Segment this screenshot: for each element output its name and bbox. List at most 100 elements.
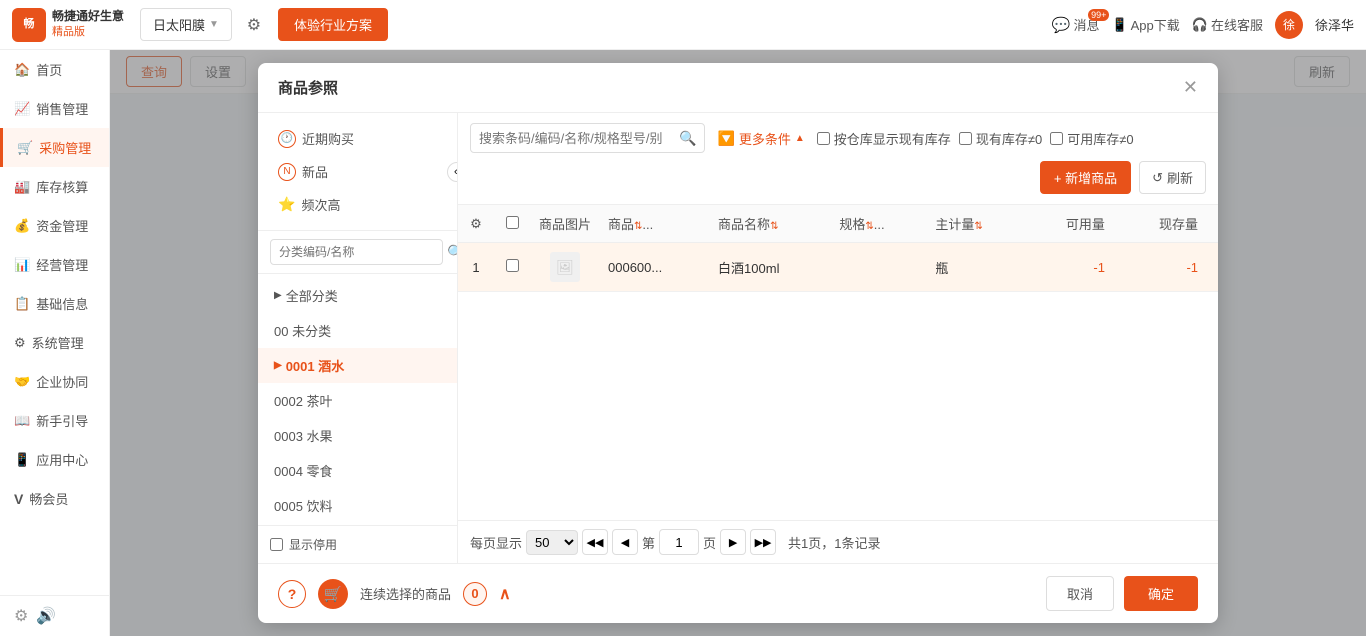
row-checkbox[interactable] xyxy=(506,259,519,272)
quick-items-section: 🕐 近期购买 N 新品 ⭐ 频次高 xyxy=(258,113,457,231)
app-download-btn[interactable]: 📱 App下载 xyxy=(1111,15,1179,34)
online-service-btn[interactable]: 🎧 在线客服 xyxy=(1192,15,1263,34)
checkbox-warehouse[interactable]: 按仓库显示现有库存 xyxy=(817,129,951,148)
search-icon[interactable]: 🔍 xyxy=(447,244,458,261)
col-code-label: 商品 xyxy=(608,217,634,232)
sidebar-item-purchase[interactable]: 🛒 采购管理 xyxy=(0,128,109,167)
last-page-btn[interactable]: ▶▶ xyxy=(750,529,776,555)
cat-liquor[interactable]: ▶ 0001 酒水 xyxy=(258,348,457,383)
quick-item-frequent[interactable]: ⭐ 频次高 xyxy=(270,189,445,220)
next-page-btn[interactable]: ▶ xyxy=(720,529,746,555)
checkbox-warehouse-input[interactable] xyxy=(817,132,830,145)
help-btn[interactable]: ? xyxy=(278,580,306,608)
col-unit[interactable]: 主计量⇅ xyxy=(927,205,1026,243)
checkbox-stock-input[interactable] xyxy=(959,132,972,145)
checkbox-available-input[interactable] xyxy=(1050,132,1063,145)
cell-unit: 瓶 xyxy=(927,243,1026,292)
page-input[interactable] xyxy=(659,529,699,555)
cat-tea-label: 0002 茶叶 xyxy=(274,394,333,409)
quick-item-recent[interactable]: 🕐 近期购买 xyxy=(270,123,445,154)
table-row[interactable]: 1 🖼 xyxy=(458,243,1218,292)
sidebar-item-finance[interactable]: 💰 资金管理 xyxy=(0,206,109,245)
nav-right: 💬 消息 99+ 📱 App下载 🎧 在线客服 徐 徐泽华 xyxy=(1052,11,1354,39)
select-all-checkbox[interactable] xyxy=(506,216,519,229)
sidebar-item-member[interactable]: V 畅会员 xyxy=(0,479,109,518)
sidebar-item-business[interactable]: 📊 经营管理 xyxy=(0,245,109,284)
sidebar-item-enterprise[interactable]: 🤝 企业协同 xyxy=(0,362,109,401)
messages-btn[interactable]: 💬 消息 99+ xyxy=(1052,15,1100,34)
checkbox-stock-neq0[interactable]: 现有库存≠0 xyxy=(959,129,1042,148)
filter-btn[interactable]: 🔽 更多条件 ▲ xyxy=(713,129,808,148)
cat-snack-label: 0004 零食 xyxy=(274,464,333,479)
settings-bottom-icon[interactable]: ⚙ xyxy=(14,606,28,626)
col-spec[interactable]: 规格⇅... xyxy=(831,205,927,243)
cell-check[interactable] xyxy=(494,243,530,292)
add-product-btn[interactable]: + 新增商品 xyxy=(1040,161,1131,194)
app-download-label: App下载 xyxy=(1131,15,1180,34)
first-page-btn[interactable]: ◀◀ xyxy=(582,529,608,555)
new-icon: N xyxy=(278,163,296,181)
col-code[interactable]: 商品⇅... xyxy=(600,205,710,243)
cancel-btn[interactable]: 取消 xyxy=(1046,576,1114,611)
modal-body: 🕐 近期购买 N 新品 ⭐ 频次高 xyxy=(258,113,1218,563)
col-available[interactable]: 可用量 xyxy=(1027,205,1113,243)
search-bar: 🔍 xyxy=(470,123,705,153)
close-icon[interactable]: ✕ xyxy=(1183,77,1198,98)
modal-left-panel: 🕐 近期购买 N 新品 ⭐ 频次高 xyxy=(258,113,458,563)
col-stock[interactable]: 现存量 xyxy=(1113,205,1218,243)
main-area: 查询 设置 刷新 商品参照 ✕ xyxy=(110,50,1366,636)
show-disabled-label[interactable]: 显示停用 xyxy=(289,536,337,553)
member-icon: V xyxy=(14,491,23,507)
gear-button[interactable]: ⚙ xyxy=(238,9,270,41)
cat-fruit[interactable]: 0003 水果 xyxy=(258,418,457,453)
cat-beverage[interactable]: 0005 饮料 xyxy=(258,488,457,523)
cat-all[interactable]: ▶ 全部分类 xyxy=(258,278,457,313)
sidebar-item-home[interactable]: 🏠 首页 xyxy=(0,50,109,89)
category-search-input[interactable] xyxy=(270,239,443,265)
product-search-btn[interactable]: 🔍 xyxy=(671,130,704,147)
checkbox-available-neq0[interactable]: 可用库存≠0 xyxy=(1050,129,1133,148)
apps-icon: 📱 xyxy=(14,452,30,468)
cart-icon-btn[interactable]: 🛒 xyxy=(318,579,348,609)
username[interactable]: 徐泽华 xyxy=(1315,15,1354,34)
cat-liquor-arrow: ▶ xyxy=(274,360,282,371)
filter-arrow-icon: ▲ xyxy=(795,133,805,144)
cat-tea[interactable]: 0002 茶叶 xyxy=(258,383,457,418)
cat-snack[interactable]: 0004 零食 xyxy=(258,453,457,488)
collapse-btn[interactable]: « xyxy=(447,162,458,182)
sidebar-item-basic-info[interactable]: 📋 基础信息 xyxy=(0,284,109,323)
quick-item-new[interactable]: N 新品 xyxy=(270,156,445,187)
confirm-btn[interactable]: 确定 xyxy=(1124,576,1198,611)
sidebar-item-inventory[interactable]: 🏭 库存核算 xyxy=(0,167,109,206)
col-gear[interactable]: ⚙ xyxy=(458,205,494,243)
col-img-label: 商品图片 xyxy=(539,217,591,232)
sidebar-label-system: 系统管理 xyxy=(32,333,84,352)
dropdown-selector[interactable]: 日太阳膜 ▼ xyxy=(140,8,232,41)
trial-button[interactable]: 体验行业方案 xyxy=(278,8,388,41)
star-icon: ⭐ xyxy=(278,196,295,213)
page-size-select[interactable]: 10 20 50 100 xyxy=(526,530,578,555)
system-icon: ⚙ xyxy=(14,335,26,351)
cat-uncategorized[interactable]: 00 未分类 xyxy=(258,313,457,348)
inventory-icon: 🏭 xyxy=(14,179,30,195)
sidebar-item-guide[interactable]: 📖 新手引导 xyxy=(0,401,109,440)
volume-icon[interactable]: 🔊 xyxy=(36,606,56,626)
chevron-down-icon: ▼ xyxy=(209,19,219,30)
prev-page-btn[interactable]: ◀ xyxy=(612,529,638,555)
refresh-btn[interactable]: ↺ 刷新 xyxy=(1139,161,1206,194)
page-info: 共1页，1条记录 xyxy=(788,533,880,552)
product-search-input[interactable] xyxy=(471,131,671,146)
up-icon[interactable]: ∧ xyxy=(499,584,511,604)
download-icon: 📱 xyxy=(1111,17,1127,33)
cell-spec xyxy=(831,243,927,292)
show-disabled-checkbox[interactable] xyxy=(270,538,283,551)
sidebar-item-sales[interactable]: 📈 销售管理 xyxy=(0,89,109,128)
sidebar-item-system[interactable]: ⚙ 系统管理 xyxy=(0,323,109,362)
col-name[interactable]: 商品名称⇅ xyxy=(710,205,831,243)
sidebar-item-apps[interactable]: 📱 应用中心 xyxy=(0,440,109,479)
table-gear-icon[interactable]: ⚙ xyxy=(470,216,482,231)
page-size-label: 每页显示 xyxy=(470,533,522,552)
col-spec-sort: ⇅ xyxy=(865,221,873,232)
home-icon: 🏠 xyxy=(14,62,30,78)
sidebar-label-member: 畅会员 xyxy=(29,489,68,508)
